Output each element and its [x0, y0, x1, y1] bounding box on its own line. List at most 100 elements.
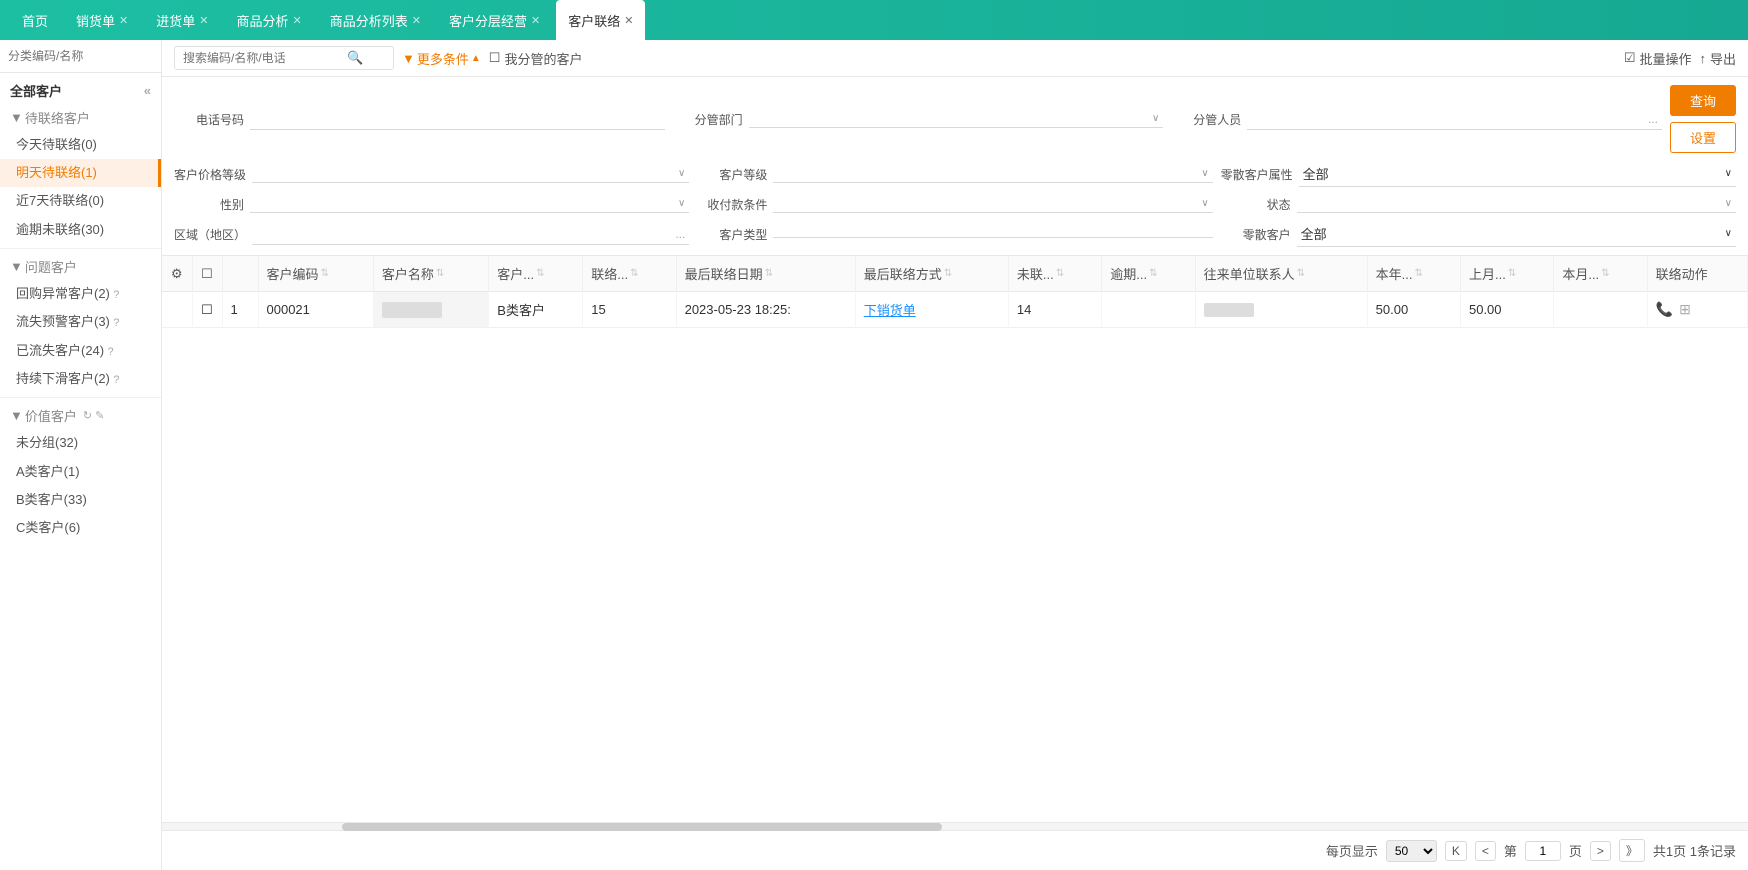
customer-type-select[interactable] [773, 231, 1212, 238]
first-page-button[interactable]: K [1445, 841, 1467, 861]
more-conditions-button[interactable]: ▼ 更多条件 ▲ [402, 49, 481, 68]
chevron-down-icon: ∨ [678, 168, 685, 179]
row-settings[interactable] [162, 292, 192, 328]
col-this-month: 本月...⇅ [1554, 256, 1647, 292]
sidebar-item-today-contact[interactable]: 今天待联络(0) [0, 131, 161, 159]
retail-customer-select[interactable]: 全部 ∨ [1297, 221, 1736, 247]
sidebar-item-already-lost[interactable]: 已流失客户(24) ? [0, 337, 161, 365]
per-page-select[interactable]: 50 100 200 [1386, 840, 1437, 862]
col-last-method: 最后联络方式⇅ [855, 256, 1008, 292]
row-last-method[interactable]: 下销货单 [855, 292, 1008, 328]
nav-tab-customer-tier[interactable]: 客户分层经营 ✕ [437, 0, 552, 40]
row-name[interactable] [373, 292, 488, 328]
row-checkbox[interactable]: ☐ [192, 292, 222, 328]
filter-cell-region: 区域（地区） ... [174, 224, 689, 245]
sidebar-search-input[interactable] [8, 49, 162, 63]
sort-icon: ⇅ [321, 268, 329, 279]
sidebar-item-repurchase-abnormal[interactable]: 回购异常客户(2) ? [0, 280, 161, 308]
checkbox-batch-icon: ☑ [1624, 50, 1636, 66]
sort-icon: ⇅ [1297, 268, 1305, 279]
last-page-button[interactable]: 》 [1619, 839, 1645, 862]
phone-input[interactable] [250, 109, 665, 130]
nav-tab-product-analysis-list[interactable]: 商品分析列表 ✕ [318, 0, 433, 40]
level-label: 客户等级 [697, 166, 767, 183]
gender-select[interactable]: ∨ [250, 195, 689, 213]
sidebar-item-week-contact[interactable]: 近7天待联络(0) [0, 187, 161, 215]
collapse-icon[interactable]: « [144, 83, 151, 98]
close-icon[interactable]: ✕ [293, 14, 302, 27]
dots-icon: ... [1648, 112, 1658, 126]
nav-tab-purchase[interactable]: 进货单 ✕ [144, 0, 220, 40]
filter-cell-gender: 性别 ∨ [174, 195, 689, 213]
search-icon[interactable]: 🔍 [347, 50, 363, 66]
table-body: ☐ 1 000021 B类客户 15 2023-05-23 18:25: 下销货… [162, 292, 1748, 328]
row-last-month: 50.00 [1460, 292, 1553, 328]
sidebar-all-customers-header[interactable]: 全部客户 « [0, 73, 161, 104]
sidebar-item-lost-warning[interactable]: 流失预警客户(3) ? [0, 308, 161, 336]
region-select[interactable]: ... [252, 224, 689, 245]
col-settings[interactable]: ⚙ [162, 256, 192, 292]
chevron-down-icon: ∨ [678, 198, 685, 209]
per-page-label: 每页显示 [1326, 841, 1378, 860]
sidebar-item-class-b[interactable]: B类客户(33) [0, 486, 161, 514]
close-icon[interactable]: ✕ [624, 14, 633, 27]
sort-icon: ⇅ [1508, 268, 1516, 279]
level-select[interactable]: ∨ [773, 165, 1212, 183]
close-icon[interactable]: ✕ [531, 14, 540, 27]
sidebar-item-tomorrow-contact[interactable]: 明天待联络(1) [0, 159, 161, 187]
filter-row-4: 区域（地区） ... 客户类型 零散客户 全部 ∨ [174, 221, 1736, 247]
sort-icon: ⇅ [630, 268, 638, 279]
nav-home[interactable]: 首页 [10, 0, 60, 40]
page-number-input[interactable] [1525, 841, 1561, 861]
settings-gear-icon[interactable]: ⚙ [171, 266, 183, 281]
sidebar-item-overdue-contact[interactable]: 逾期未联络(30) [0, 216, 161, 244]
row-contact-count: 15 [583, 292, 676, 328]
col-overdue: 逾期...⇅ [1102, 256, 1195, 292]
filter-cell-person: 分管人员 ... [1171, 109, 1662, 130]
sidebar-divider [0, 248, 161, 249]
grid-action-icon[interactable]: ⊞ [1679, 301, 1691, 318]
gender-label: 性别 [174, 196, 244, 213]
sidebar-item-class-a[interactable]: A类客户(1) [0, 458, 161, 486]
col-name: 客户名称⇅ [373, 256, 488, 292]
query-button[interactable]: 查询 [1670, 85, 1736, 116]
close-icon[interactable]: ✕ [412, 14, 421, 27]
search-box[interactable]: 🔍 [174, 46, 394, 70]
sidebar-item-continuous-down[interactable]: 持续下滑客户(2) ? [0, 365, 161, 393]
filter-cell-dept: 分管部门 ∨ [673, 110, 1164, 128]
sidebar-item-class-c[interactable]: C类客户(6) [0, 514, 161, 542]
price-select[interactable]: ∨ [252, 165, 689, 183]
payment-select[interactable]: ∨ [773, 195, 1212, 213]
sidebar: 🔍 全部客户 « ▼ 待联络客户 今天待联络(0) 明天待联络(1) 近7天待联… [0, 40, 162, 870]
sidebar-value-group: ▼ 价值客户 ↻ ✎ [0, 402, 161, 429]
settings-button[interactable]: 设置 [1670, 122, 1736, 153]
nav-tab-product-analysis[interactable]: 商品分析 ✕ [224, 0, 313, 40]
close-icon[interactable]: ✕ [199, 14, 208, 27]
nav-tab-customer-contact[interactable]: 客户联络 ✕ [556, 0, 645, 40]
phone-action-icon[interactable]: 📞 [1656, 301, 1673, 318]
export-button[interactable]: ↑ 导出 [1699, 49, 1736, 68]
col-check[interactable]: ☐ [192, 256, 222, 292]
sidebar-pending-group: ▼ 待联络客户 [0, 104, 161, 131]
sort-icon: ⇅ [536, 268, 544, 279]
prev-page-button[interactable]: < [1475, 841, 1496, 861]
chevron-down-icon: ∨ [1152, 113, 1159, 124]
chevron-down-icon: ∨ [1725, 168, 1732, 179]
scrollbar-thumb[interactable] [342, 823, 942, 831]
dept-select[interactable]: ∨ [749, 110, 1164, 128]
filter-cell-phone: 电话号码 [174, 109, 665, 130]
retail-attr-select[interactable]: 全部 ∨ [1299, 161, 1736, 187]
my-customers-checkbox[interactable]: ☐ 我分管的客户 [489, 49, 583, 68]
filter-cell-retail-customer: 零散客户 全部 ∨ [1221, 221, 1736, 247]
main-search-input[interactable] [183, 51, 343, 65]
status-select[interactable]: ∨ [1297, 195, 1736, 213]
person-select[interactable]: ... [1247, 109, 1662, 130]
col-no-contact: 未联...⇅ [1008, 256, 1101, 292]
horizontal-scrollbar[interactable] [162, 822, 1748, 830]
sidebar-item-unsorted[interactable]: 未分组(32) [0, 429, 161, 457]
select-all-checkbox[interactable]: ☐ [201, 266, 213, 281]
next-page-button[interactable]: > [1590, 841, 1611, 861]
batch-ops-button[interactable]: ☑ 批量操作 [1624, 49, 1692, 68]
nav-tab-sales[interactable]: 销货单 ✕ [64, 0, 140, 40]
close-icon[interactable]: ✕ [119, 14, 128, 27]
